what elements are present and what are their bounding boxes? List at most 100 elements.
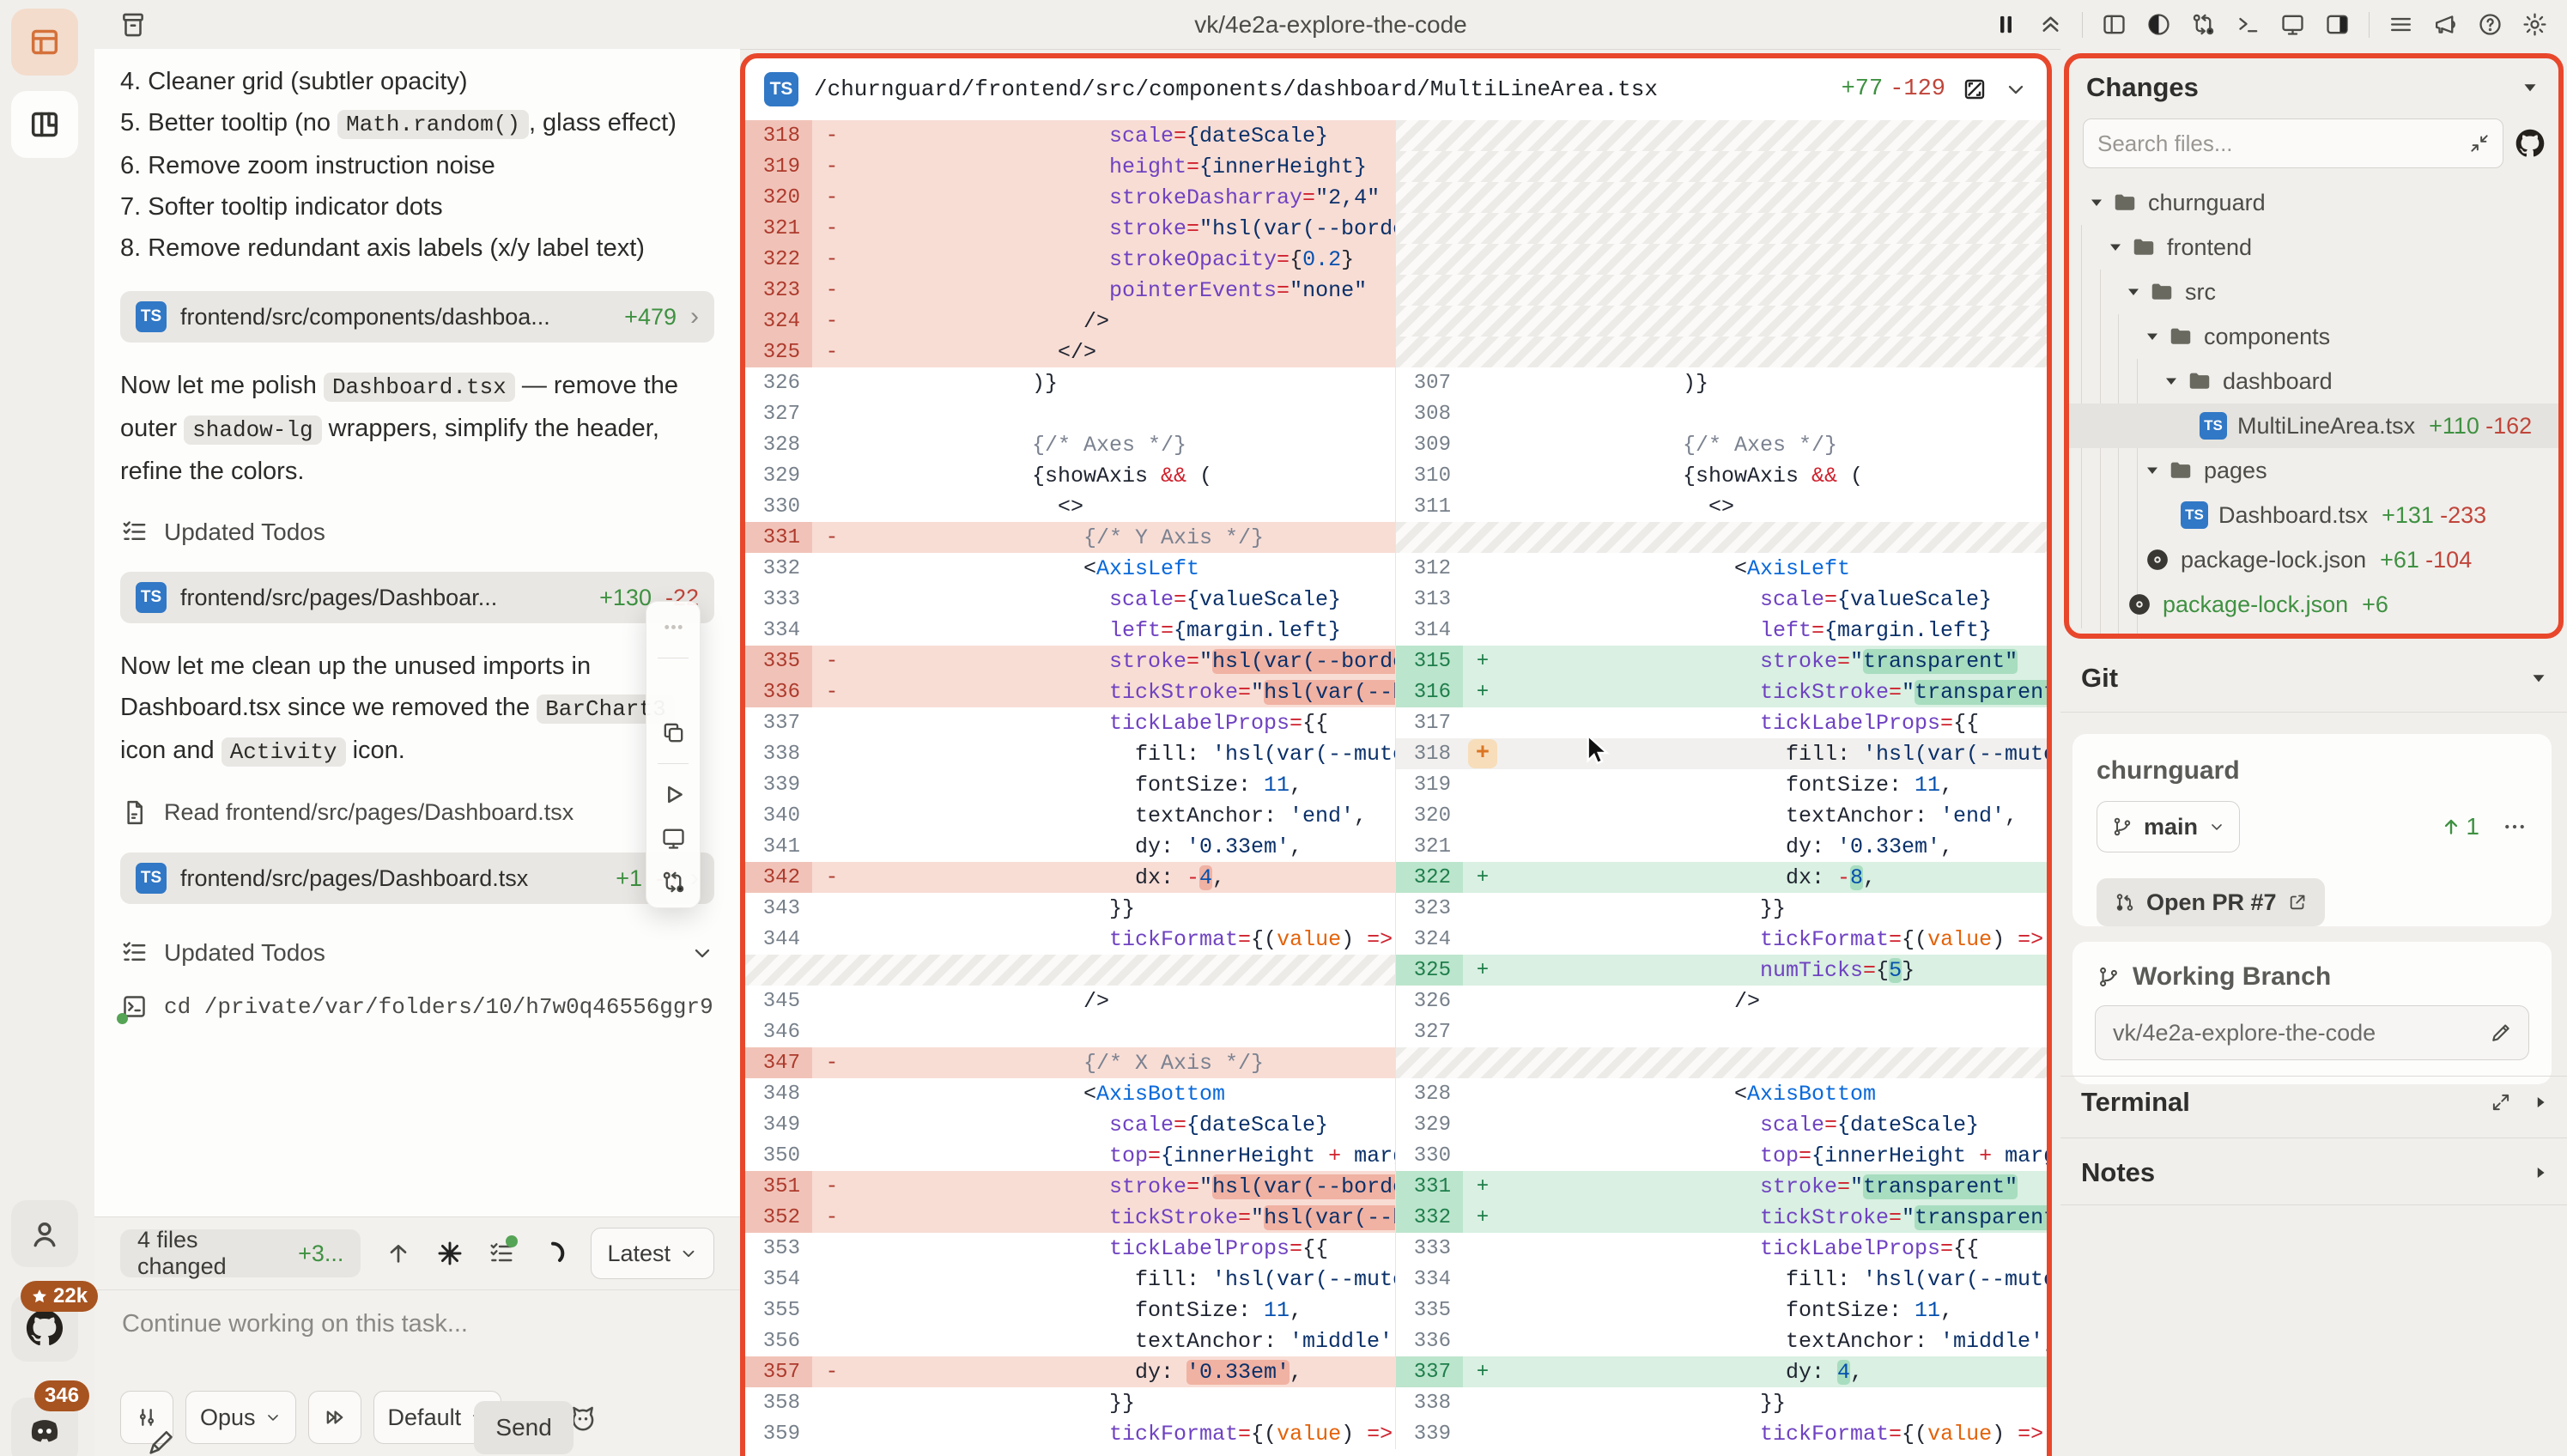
copy-icon[interactable] <box>660 719 687 746</box>
collapse-section-icon[interactable] <box>2519 76 2541 99</box>
play-icon[interactable] <box>660 781 687 808</box>
settings-icon[interactable] <box>2521 11 2548 38</box>
chevron-down-icon[interactable] <box>2086 192 2107 213</box>
line-number: 355 <box>745 1295 812 1326</box>
add-comment-button[interactable]: + <box>1468 739 1497 768</box>
menu-icon[interactable] <box>2388 11 2414 38</box>
diff-cell: 333scale={valueScale} <box>745 584 1396 615</box>
monitor-icon[interactable] <box>660 825 687 852</box>
latest-dropdown[interactable]: Latest <box>591 1228 714 1279</box>
code-line: <> <box>852 491 1395 522</box>
diff-cell: 333tickLabelProps={{ <box>1396 1233 2047 1264</box>
chevron-down-icon[interactable] <box>2142 326 2163 347</box>
megaphone-icon[interactable] <box>2432 11 2459 38</box>
diff-row: 337tickLabelProps={{317tickLabelProps={{ <box>745 707 2047 738</box>
folder-icon <box>2131 234 2157 260</box>
diff-cell: 329scale={dateScale} <box>1396 1109 2047 1140</box>
git-compare-icon[interactable] <box>2190 11 2217 38</box>
spinner-icon <box>539 1240 567 1267</box>
diff-marker <box>812 429 852 460</box>
tree-item-components[interactable]: components <box>2069 314 2558 359</box>
chevron-down-icon[interactable] <box>690 941 714 965</box>
line-number: 339 <box>745 769 812 800</box>
git-compare-icon[interactable] <box>660 869 687 895</box>
read-file-row[interactable]: Read frontend/src/pages/Dashboard.tsx <box>120 798 714 827</box>
chevron-right-icon[interactable] <box>2531 1163 2550 1182</box>
diff-marker <box>812 1418 852 1449</box>
task-input[interactable] <box>120 1309 690 1339</box>
tree-item-pages[interactable]: pages <box>2069 448 2558 493</box>
tree-item-src[interactable]: src <box>2069 270 2558 314</box>
git-section-header[interactable]: Git <box>2081 654 2550 702</box>
tree-item-package-lock-json[interactable]: package-lock.json+61 -104 <box>2069 537 2558 582</box>
file-chip-multilinearea[interactable]: TS frontend/src/components/dashboa... +4… <box>120 291 714 343</box>
branch-dropdown[interactable]: main <box>2097 801 2240 852</box>
working-branch-input[interactable] <box>2095 1005 2529 1060</box>
line-number: 333 <box>745 584 812 615</box>
layout-view-button[interactable] <box>11 9 78 76</box>
tree-item-dashboard[interactable]: dashboard <box>2069 359 2558 403</box>
collapse-tree-icon[interactable] <box>2468 132 2491 155</box>
diff-cell: 314left={margin.left} <box>1396 615 2047 646</box>
open-pr-button[interactable]: Open PR #7 <box>2097 878 2325 926</box>
more-options-icon[interactable] <box>2502 814 2528 840</box>
kanban-view-button[interactable] <box>11 91 78 158</box>
tree-item-churnguard[interactable]: churnguard <box>2069 180 2558 225</box>
line-number: 325 <box>745 337 812 367</box>
terminal-section-header[interactable]: Terminal <box>2081 1079 2550 1125</box>
diff-marker <box>812 924 852 955</box>
collapse-section-icon[interactable] <box>2528 667 2550 689</box>
chevron-right-icon[interactable] <box>2531 1093 2550 1112</box>
chevron-down-icon[interactable] <box>2142 460 2163 481</box>
expand-icon[interactable] <box>2490 1091 2512 1113</box>
updated-todos-row-2[interactable]: Updated Todos <box>120 938 714 967</box>
notes-section-header[interactable]: Notes <box>2081 1150 2550 1196</box>
chevron-down-icon[interactable] <box>2004 77 2028 101</box>
send-button[interactable]: Send <box>474 1401 573 1454</box>
branch-name-input[interactable] <box>2111 1019 2489 1047</box>
asterisk-icon[interactable] <box>436 1240 464 1267</box>
tree-item-dashboard-tsx[interactable]: TSDashboard.tsx+131 -233 <box>2069 493 2558 537</box>
search-input[interactable] <box>2096 130 2468 158</box>
app-window: vk/4e2a-explore-the-code 22k 346 4. Clea <box>0 0 2567 1456</box>
pause-icon[interactable] <box>1993 11 2019 38</box>
file-search[interactable] <box>2083 118 2503 168</box>
left-rail: 22k 346 <box>0 0 94 1456</box>
updated-todos-row[interactable]: Updated Todos <box>120 518 714 546</box>
line-number: 323 <box>1396 893 1463 924</box>
panel-right-icon[interactable] <box>2324 11 2351 38</box>
split-diff-icon[interactable] <box>1961 76 1988 103</box>
line-number: 328 <box>1396 1078 1463 1109</box>
code-line: stroke="transparent" <box>1502 1171 2047 1202</box>
tree-item-package-lock-json[interactable]: package-lock.json+6 <box>2069 582 2558 627</box>
diff-counts: +131 -233 <box>2382 502 2486 529</box>
files-changed-chip[interactable]: 4 files changed +3... <box>120 1229 361 1277</box>
split-diff-icon[interactable] <box>660 676 687 702</box>
account-button[interactable] <box>11 1200 78 1267</box>
collapse-up-icon[interactable] <box>2037 11 2064 38</box>
scroll-up-icon[interactable] <box>385 1240 412 1267</box>
terminal-icon[interactable] <box>2235 11 2261 38</box>
diff-marker <box>1463 769 1502 800</box>
tree-item-frontend[interactable]: frontend <box>2069 225 2558 270</box>
todos-status-icon[interactable] <box>488 1240 515 1267</box>
model-dropdown[interactable]: Opus <box>185 1391 296 1444</box>
drag-dots-icon[interactable] <box>660 614 687 640</box>
edit-icon[interactable] <box>2489 1021 2513 1045</box>
diff-cell: 315+stroke="transparent" <box>1396 646 2047 676</box>
assistant-list-item: 7. Softer tooltip indicator dots <box>120 186 714 228</box>
file-chip-dashboard-partial[interactable]: TS frontend/src/pages/Dashboar... +130 -… <box>120 572 714 623</box>
help-icon[interactable] <box>2477 11 2503 38</box>
panel-left-icon[interactable] <box>2101 11 2127 38</box>
chevron-down-icon[interactable] <box>2105 237 2126 258</box>
chevron-down-icon[interactable] <box>2161 371 2182 391</box>
terminal-command-row[interactable]: cd /private/var/folders/10/h7w0q46556ggr… <box>120 992 714 1021</box>
pen-icon[interactable] <box>146 1429 175 1456</box>
github-icon[interactable] <box>2515 129 2545 158</box>
chevron-down-icon[interactable] <box>2123 282 2144 302</box>
fast-forward-button[interactable] <box>308 1391 361 1444</box>
monitor-icon[interactable] <box>2279 11 2306 38</box>
tree-item-multilinearea-tsx[interactable]: TSMultiLineArea.tsx+110 -162 <box>2069 403 2558 448</box>
contrast-icon[interactable] <box>2145 11 2172 38</box>
file-chip-dashboard[interactable]: TS frontend/src/pages/Dashboard.tsx +1 -… <box>120 852 714 904</box>
